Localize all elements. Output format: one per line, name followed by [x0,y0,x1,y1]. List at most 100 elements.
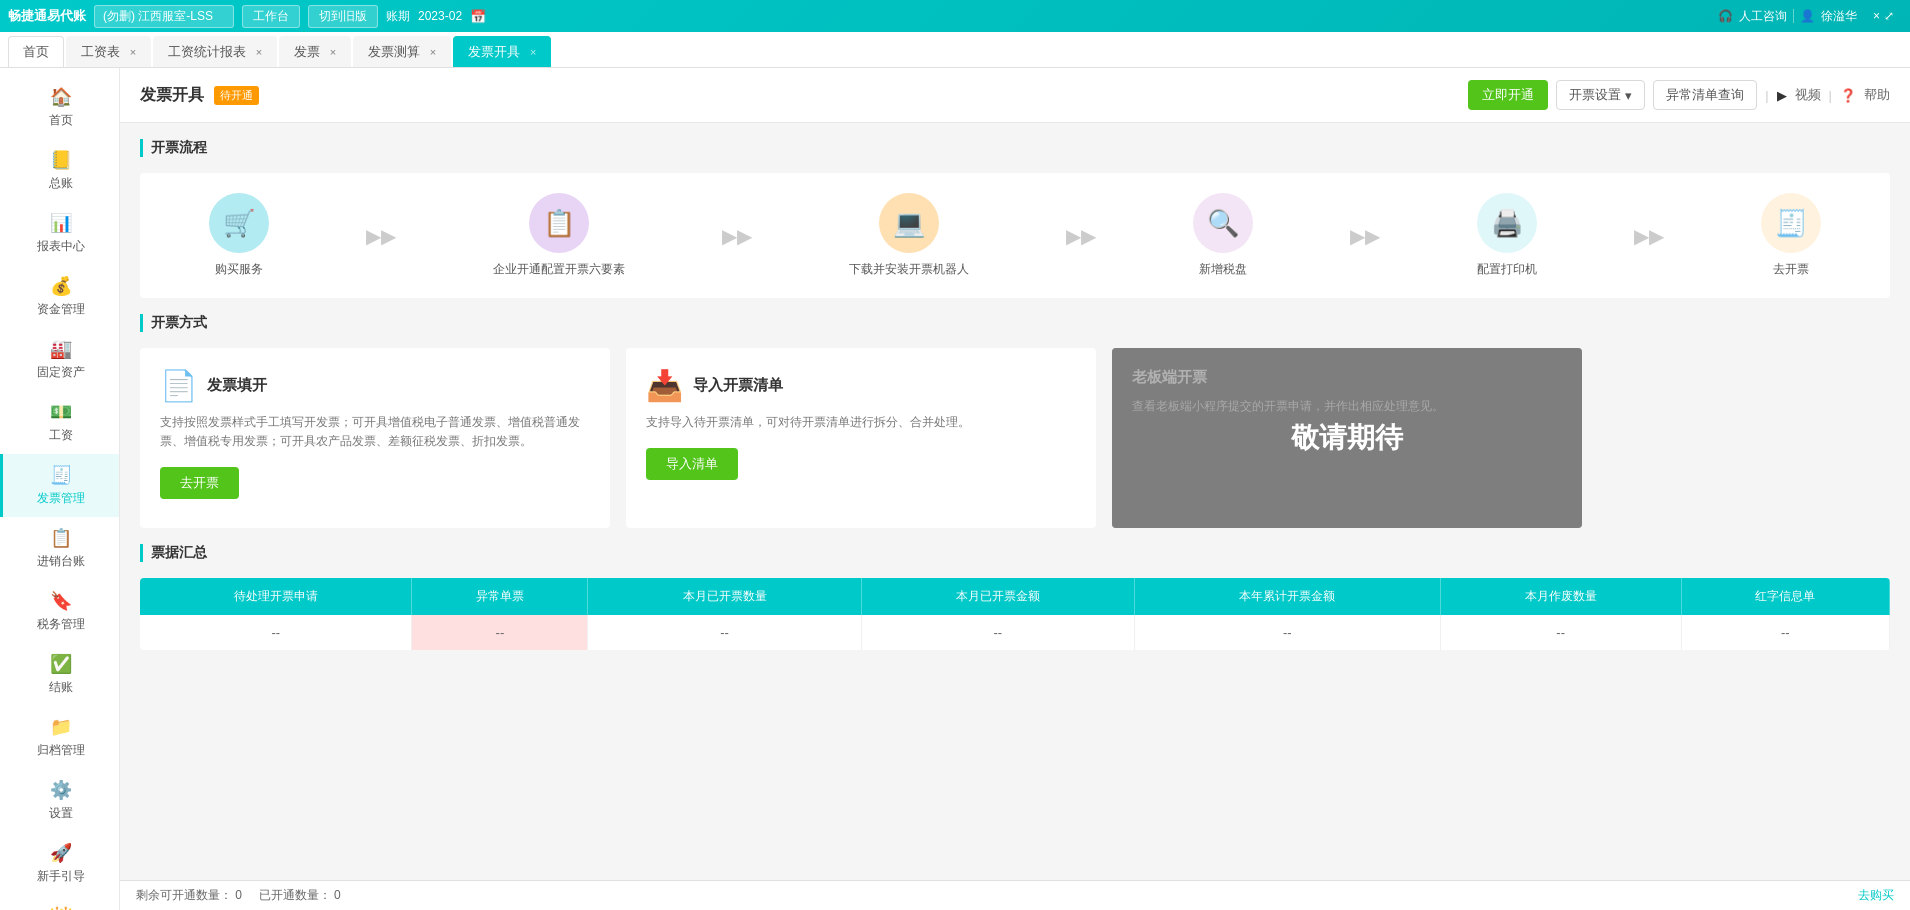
config-elements-icon-circle: 📋 [529,193,589,253]
sidebar-ledger-label: 总账 [49,175,73,192]
workspace-button[interactable]: 工作台 [242,5,300,28]
fill-invoice-icon: 📄 [160,368,197,403]
headset-icon: 🎧 [1718,9,1733,23]
fill-invoice-card: 📄 发票填开 支持按照发票样式手工填写开发票；可开具增值税电子普通发票、增值税普… [140,348,610,528]
video-label[interactable]: 视频 [1795,86,1821,104]
remaining-value: 0 [235,888,242,902]
sidebar-item-salary[interactable]: 💵 工资 [0,391,119,454]
settings-icon: ⚙️ [50,779,72,801]
sidebar-assets-label: 固定资产 [37,364,85,381]
top-bar: 畅捷通易代账 (勿删) 江西服室-LSS 工作台 切到旧版 账期 2023-02… [0,0,1910,32]
status-badge: 待开通 [214,86,259,105]
bottom-stats: 剩余可开通数量： 0 已开通数量： 0 [136,887,341,904]
sidebar-reports-label: 报表中心 [37,238,85,255]
ledger-icon: 📒 [50,149,72,171]
process-step-printer: 🖨️ 配置打印机 [1477,193,1537,278]
tax-icon: 🔖 [50,590,72,612]
close-salary-report-tab[interactable]: × [256,46,262,58]
settings-button[interactable]: 开票设置 ▾ [1556,80,1645,110]
settings-label: 开票设置 [1569,86,1621,104]
cell-year-amount: -- [1134,615,1440,650]
import-invoice-icon: 📥 [646,368,683,403]
cell-red-info: -- [1681,615,1889,650]
process-step-config: 📋 企业开通配置开票六要素 [493,193,625,278]
add-taxdisk-icon-circle: 🔍 [1193,193,1253,253]
user-name[interactable]: 徐溢华 [1821,8,1857,25]
col-void-count: 本月作废数量 [1440,578,1681,615]
sidebar-salary-label: 工资 [49,427,73,444]
sidebar-item-guide[interactable]: 🚀 新手引导 [0,832,119,895]
top-bar-left: 畅捷通易代账 (勿删) 江西服室-LSS 工作台 切到旧版 账期 2023-02… [8,5,486,28]
fill-invoice-desc: 支持按照发票样式手工填写开发票；可开具增值税电子普通发票、增值税普通发票、增值税… [160,413,590,451]
abnormal-query-button[interactable]: 异常清单查询 [1653,80,1757,110]
issue-invoice-icon-circle: 🧾 [1761,193,1821,253]
divider [1793,9,1794,23]
salary-icon: 💵 [50,401,72,423]
tab-invoice[interactable]: 发票 × [279,36,351,67]
page-title: 发票开具 [140,85,204,106]
config-printer-label: 配置打印机 [1477,261,1537,278]
close-salary-tab[interactable]: × [130,46,136,58]
tab-salary-report[interactable]: 工资统计报表 × [153,36,277,67]
import-list-button[interactable]: 导入清单 [646,448,738,480]
sidebar-item-funds[interactable]: 💰 资金管理 [0,265,119,328]
go-invoice-button[interactable]: 去开票 [160,467,239,499]
top-right-area: 🎧 人工咨询 👤 徐溢华 × ⤢ [1718,8,1902,25]
summary-row: -- -- -- -- -- -- -- [140,615,1890,650]
goto-buy-link[interactable]: 去购买 [1858,887,1894,904]
sidebar-item-invoice[interactable]: 🧾 发票管理 [0,454,119,517]
sidebar-settings-label: 设置 [49,805,73,822]
dropdown-arrow-icon: ▾ [1625,88,1632,103]
col-month-count: 本月已开票数量 [588,578,861,615]
close-invoice-tool-tab[interactable]: × [530,46,536,58]
sidebar-item-home[interactable]: 🏠 首页 [0,76,119,139]
switch-old-button[interactable]: 切到旧版 [308,5,378,28]
divider-v2: | [1765,88,1768,103]
fill-card-header: 📄 发票填开 [160,368,590,403]
company-selector[interactable]: (勿删) 江西服室-LSS [94,5,234,28]
col-pending: 待处理开票申请 [140,578,412,615]
col-abnormal: 异常单票 [412,578,588,615]
invoice-icon: 🧾 [50,464,72,486]
sidebar-item-vip[interactable]: 👑 畅会员 [0,895,119,910]
process-step-issue: 🧾 去开票 [1761,193,1821,278]
sidebar-item-purchase[interactable]: 📋 进销台账 [0,517,119,580]
help-label[interactable]: 帮助 [1864,86,1890,104]
immediate-open-button[interactable]: 立即开通 [1468,80,1548,110]
purchase-icon: 📋 [50,527,72,549]
tab-home[interactable]: 首页 [8,36,64,67]
sidebar-item-assets[interactable]: 🏭 固定资产 [0,328,119,391]
close-window-icon[interactable]: × [1873,9,1880,23]
import-card-header: 📥 导入开票清单 [646,368,1076,403]
close-invoice-calc-tab[interactable]: × [430,46,436,58]
funds-icon: 💰 [50,275,72,297]
main-layout: 🏠 首页 📒 总账 📊 报表中心 💰 资金管理 🏭 固定资产 💵 工资 🧾 发票… [0,68,1910,910]
sidebar-item-ledger[interactable]: 📒 总账 [0,139,119,202]
tab-invoice-tool[interactable]: 发票开具 × [453,36,551,67]
sidebar-purchase-label: 进销台账 [37,553,85,570]
resize-window-icon[interactable]: ⤢ [1884,9,1894,23]
cell-pending: -- [140,615,412,650]
customer-service-label[interactable]: 人工咨询 [1739,8,1787,25]
sidebar-item-reports[interactable]: 📊 报表中心 [0,202,119,265]
guide-icon: 🚀 [50,842,72,864]
add-taxdisk-label: 新增税盘 [1199,261,1247,278]
old-terminal-card: 老板端开票 查看老板端小程序提交的开票申请，并作出相应处理意见。 敬请期待 [1112,348,1582,528]
col-month-amount: 本月已开票金额 [861,578,1134,615]
arrow-4: ▶▶ [1350,224,1380,248]
vip-icon: 👑 [50,905,72,910]
arrow-3: ▶▶ [1066,224,1096,248]
summary-table: 待处理开票申请 异常单票 本月已开票数量 本月已开票金额 本年累计开票金额 本月… [140,578,1890,650]
content-area: 发票开具 待开通 立即开通 开票设置 ▾ 异常清单查询 | ▶ 视频 | ❓ 帮… [120,68,1910,910]
sidebar-item-settlement[interactable]: ✅ 结账 [0,643,119,706]
sidebar-item-archive[interactable]: 📁 归档管理 [0,706,119,769]
sidebar-item-settings[interactable]: ⚙️ 设置 [0,769,119,832]
sidebar-item-tax[interactable]: 🔖 税务管理 [0,580,119,643]
download-robot-icon-circle: 💻 [879,193,939,253]
tab-invoice-calc[interactable]: 发票测算 × [353,36,451,67]
arrow-1: ▶▶ [366,224,396,248]
process-step-download: 💻 下载并安装开票机器人 [849,193,969,278]
import-invoice-title: 导入开票清单 [693,376,783,395]
tab-salary[interactable]: 工资表 × [66,36,151,67]
close-invoice-tab[interactable]: × [330,46,336,58]
